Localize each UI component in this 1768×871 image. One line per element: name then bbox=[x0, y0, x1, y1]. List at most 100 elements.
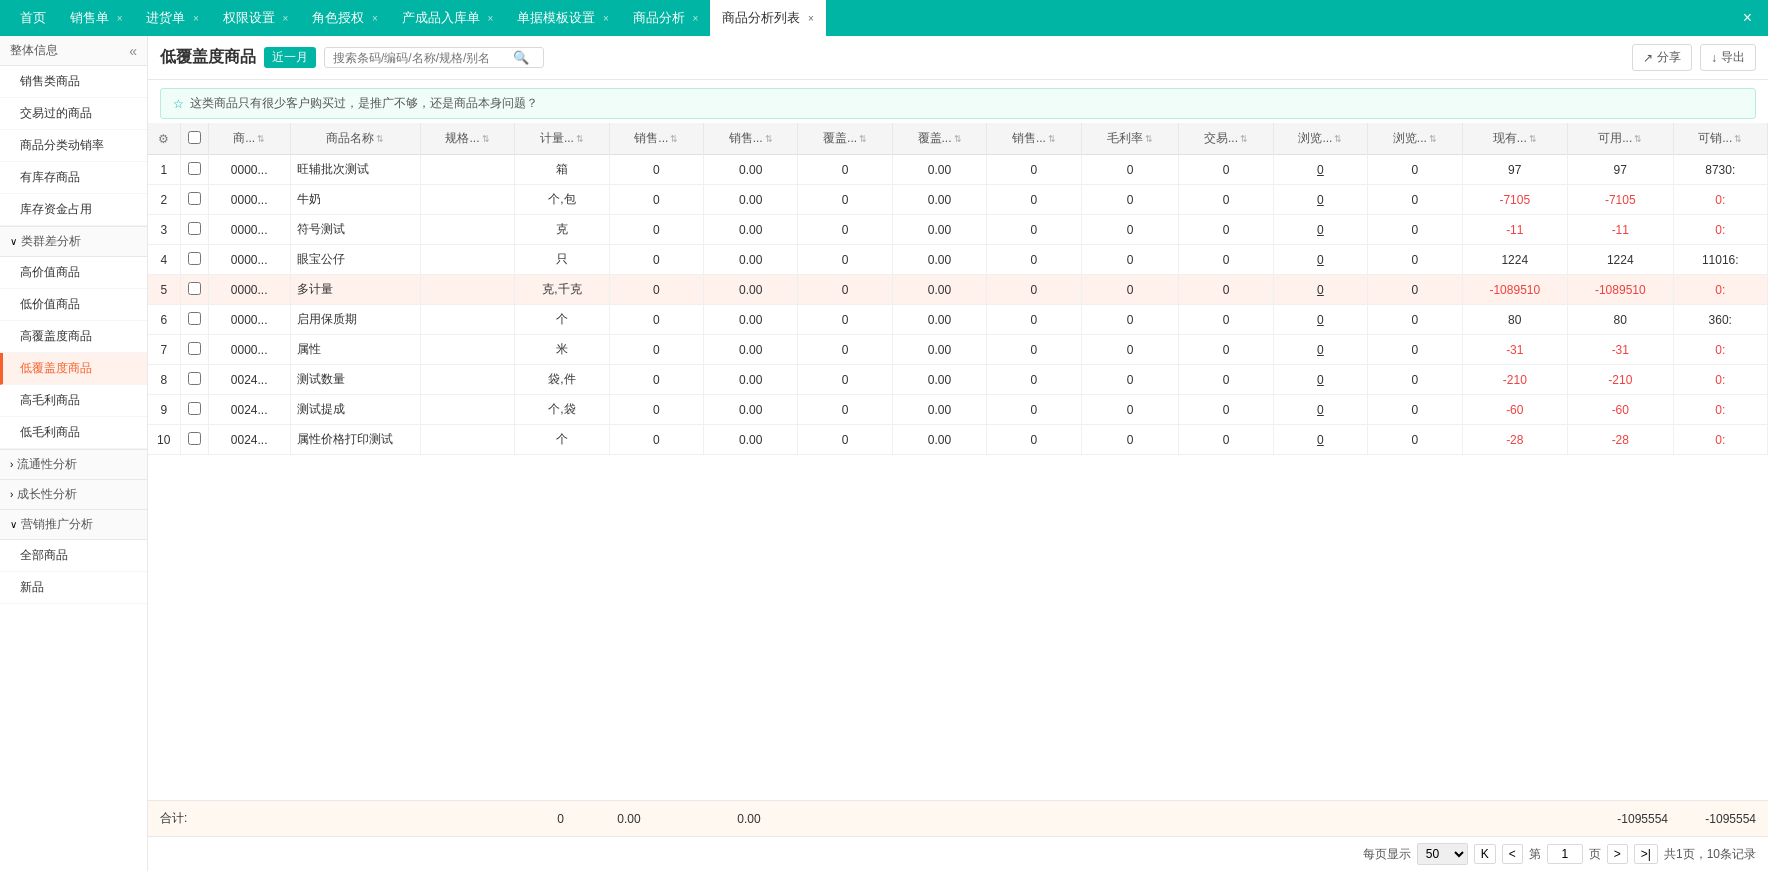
nav-product-in[interactable]: 产成品入库单 × bbox=[390, 0, 505, 36]
row-checkbox[interactable] bbox=[188, 222, 201, 235]
col-browse1[interactable]: 浏览...⇅ bbox=[1273, 123, 1367, 155]
browse-link[interactable]: 0 bbox=[1317, 343, 1324, 357]
close-analysis[interactable]: × bbox=[692, 13, 698, 24]
col-trade[interactable]: 交易...⇅ bbox=[1179, 123, 1273, 155]
sidebar-item-low-value[interactable]: 低价值商品 bbox=[0, 289, 147, 321]
row-browse1[interactable]: 0 bbox=[1273, 335, 1367, 365]
close-analysis-list[interactable]: × bbox=[808, 13, 814, 24]
settings-icon[interactable]: ⚙ bbox=[158, 132, 169, 146]
next-page-btn[interactable]: > bbox=[1607, 844, 1628, 864]
sidebar-item-sales-goods[interactable]: 销售类商品 bbox=[0, 66, 147, 98]
select-all-checkbox[interactable] bbox=[188, 131, 201, 144]
row-browse1[interactable]: 0 bbox=[1273, 275, 1367, 305]
col-sellable[interactable]: 可销...⇅ bbox=[1673, 123, 1767, 155]
nav-sales[interactable]: 销售单 × bbox=[58, 0, 134, 36]
table-wrapper[interactable]: ⚙ 商...⇅ 商品名称⇅ 规格...⇅ 计量...⇅ 销售...⇅ 销售...… bbox=[148, 123, 1768, 800]
row-checkbox[interactable] bbox=[188, 432, 201, 445]
col-unit[interactable]: 计量...⇅ bbox=[515, 123, 609, 155]
browse-link[interactable]: 0 bbox=[1317, 193, 1324, 207]
browse-link[interactable]: 0 bbox=[1317, 313, 1324, 327]
col-gross-rate[interactable]: 毛利率⇅ bbox=[1081, 123, 1179, 155]
sidebar-item-stock-funds[interactable]: 库存资金占用 bbox=[0, 194, 147, 226]
browse-link[interactable]: 0 bbox=[1317, 163, 1324, 177]
close-purchase[interactable]: × bbox=[193, 13, 199, 24]
col-spec[interactable]: 规格...⇅ bbox=[420, 123, 514, 155]
browse-link[interactable]: 0 bbox=[1317, 283, 1324, 297]
col-coverage1[interactable]: 覆盖...⇅ bbox=[798, 123, 892, 155]
row-checkbox[interactable] bbox=[188, 372, 201, 385]
row-checkbox[interactable] bbox=[188, 192, 201, 205]
share-button[interactable]: ↗ 分享 bbox=[1632, 44, 1692, 71]
row-checkbox[interactable] bbox=[188, 252, 201, 265]
col-settings[interactable]: ⚙ bbox=[148, 123, 180, 155]
window-close-button[interactable]: × bbox=[1735, 9, 1760, 27]
nav-purchase[interactable]: 进货单 × bbox=[134, 0, 210, 36]
sidebar-item-new-goods[interactable]: 新品 bbox=[0, 572, 147, 604]
close-role[interactable]: × bbox=[372, 13, 378, 24]
nav-product-analysis[interactable]: 商品分析 × bbox=[621, 0, 710, 36]
browse-link[interactable]: 0 bbox=[1317, 373, 1324, 387]
col-browse2[interactable]: 浏览...⇅ bbox=[1368, 123, 1462, 155]
col-sales3[interactable]: 销售...⇅ bbox=[987, 123, 1081, 155]
browse-link[interactable]: 0 bbox=[1317, 403, 1324, 417]
col-name[interactable]: 商品名称⇅ bbox=[290, 123, 420, 155]
page-input[interactable] bbox=[1547, 844, 1583, 864]
nav-role[interactable]: 角色授权 × bbox=[300, 0, 389, 36]
sidebar-item-low-coverage[interactable]: 低覆盖度商品 bbox=[0, 353, 147, 385]
row-browse1[interactable]: 0 bbox=[1273, 365, 1367, 395]
search-input[interactable] bbox=[333, 51, 513, 65]
period-tag[interactable]: 近一月 bbox=[264, 47, 316, 68]
row-check[interactable] bbox=[180, 185, 208, 215]
browse-link[interactable]: 0 bbox=[1317, 433, 1324, 447]
row-checkbox[interactable] bbox=[188, 342, 201, 355]
row-checkbox[interactable] bbox=[188, 312, 201, 325]
row-check[interactable] bbox=[180, 425, 208, 455]
sidebar-item-high-coverage[interactable]: 高覆盖度商品 bbox=[0, 321, 147, 353]
nav-template[interactable]: 单据模板设置 × bbox=[505, 0, 620, 36]
sidebar-item-high-value[interactable]: 高价值商品 bbox=[0, 257, 147, 289]
row-checkbox[interactable] bbox=[188, 402, 201, 415]
row-check[interactable] bbox=[180, 335, 208, 365]
col-available[interactable]: 可用...⇅ bbox=[1568, 123, 1674, 155]
row-checkbox[interactable] bbox=[188, 162, 201, 175]
nav-permission[interactable]: 权限设置 × bbox=[211, 0, 300, 36]
prev-page-btn[interactable]: < bbox=[1502, 844, 1523, 864]
row-check[interactable] bbox=[180, 395, 208, 425]
sidebar-collapse-btn[interactable]: « bbox=[129, 43, 137, 59]
row-check[interactable] bbox=[180, 275, 208, 305]
sidebar-item-high-gross[interactable]: 高毛利商品 bbox=[0, 385, 147, 417]
close-permission[interactable]: × bbox=[283, 13, 289, 24]
nav-product-analysis-list[interactable]: 商品分析列表 × bbox=[710, 0, 825, 36]
nav-home[interactable]: 首页 bbox=[8, 0, 58, 36]
row-checkbox[interactable] bbox=[188, 282, 201, 295]
row-check[interactable] bbox=[180, 215, 208, 245]
col-code[interactable]: 商...⇅ bbox=[208, 123, 290, 155]
row-browse1[interactable]: 0 bbox=[1273, 395, 1367, 425]
col-sales-amt[interactable]: 销售...⇅ bbox=[704, 123, 798, 155]
row-check[interactable] bbox=[180, 245, 208, 275]
sidebar-item-traded-goods[interactable]: 交易过的商品 bbox=[0, 98, 147, 130]
sidebar-item-low-gross[interactable]: 低毛利商品 bbox=[0, 417, 147, 449]
browse-link[interactable]: 0 bbox=[1317, 253, 1324, 267]
row-browse1[interactable]: 0 bbox=[1273, 185, 1367, 215]
sidebar-item-stock-goods[interactable]: 有库存商品 bbox=[0, 162, 147, 194]
sidebar-item-category-rate[interactable]: 商品分类动销率 bbox=[0, 130, 147, 162]
col-current[interactable]: 现有...⇅ bbox=[1462, 123, 1568, 155]
col-check[interactable] bbox=[180, 123, 208, 155]
row-browse1[interactable]: 0 bbox=[1273, 245, 1367, 275]
row-browse1[interactable]: 0 bbox=[1273, 215, 1367, 245]
browse-link[interactable]: 0 bbox=[1317, 223, 1324, 237]
row-browse1[interactable]: 0 bbox=[1273, 425, 1367, 455]
last-page-btn[interactable]: >| bbox=[1634, 844, 1658, 864]
col-sales-qty[interactable]: 销售...⇅ bbox=[609, 123, 703, 155]
first-page-btn[interactable]: K bbox=[1474, 844, 1496, 864]
col-coverage2[interactable]: 覆盖...⇅ bbox=[892, 123, 986, 155]
export-button[interactable]: ↓ 导出 bbox=[1700, 44, 1756, 71]
close-template[interactable]: × bbox=[603, 13, 609, 24]
row-browse1[interactable]: 0 bbox=[1273, 305, 1367, 335]
sidebar-item-all-goods[interactable]: 全部商品 bbox=[0, 540, 147, 572]
row-browse1[interactable]: 0 bbox=[1273, 155, 1367, 185]
close-product-in[interactable]: × bbox=[488, 13, 494, 24]
per-page-select[interactable]: 50 20 100 bbox=[1417, 843, 1468, 865]
row-check[interactable] bbox=[180, 365, 208, 395]
